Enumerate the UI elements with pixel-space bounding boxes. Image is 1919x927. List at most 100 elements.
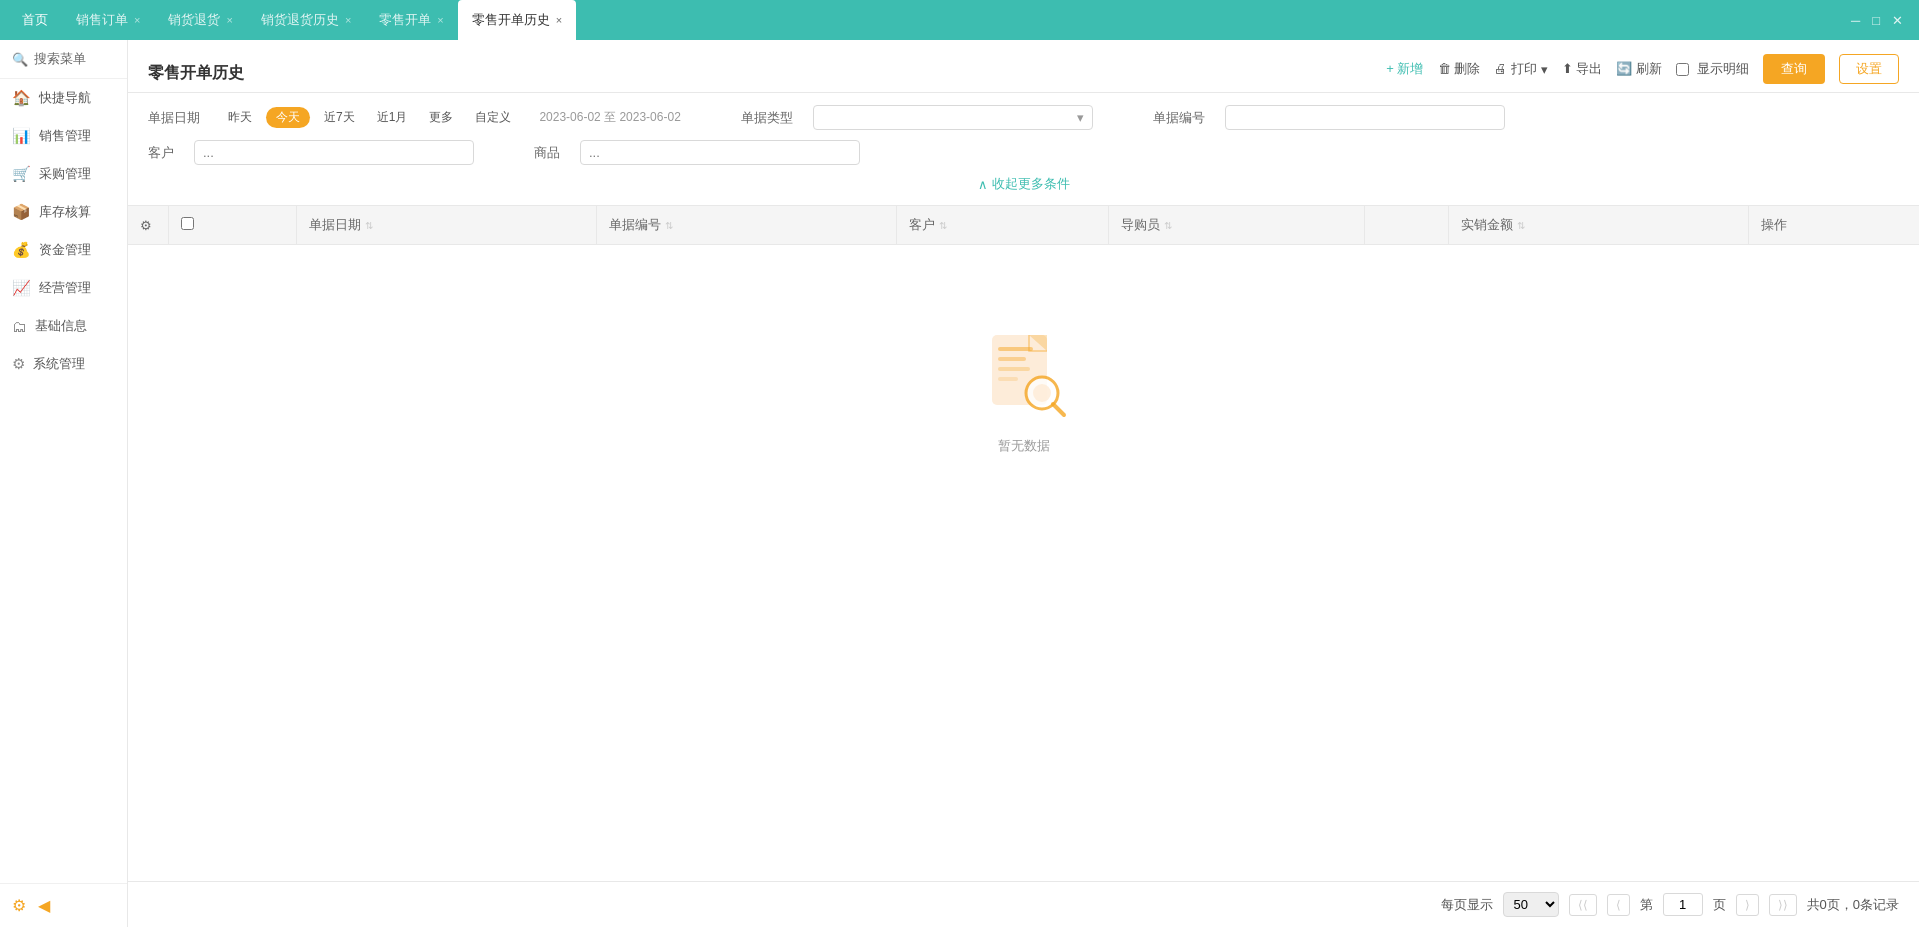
date-btn-7days[interactable]: 近7天 <box>316 107 363 128</box>
date-btn-yesterday[interactable]: 昨天 <box>220 107 260 128</box>
sidebar-item-basic-info[interactable]: 🗂 基础信息 <box>0 307 127 345</box>
prev-page-button[interactable]: ⟨ <box>1607 894 1630 916</box>
export-label: ⬆ 导出 <box>1562 60 1603 78</box>
doc-no-input[interactable] <box>1225 105 1505 130</box>
settings-button[interactable]: 设置 <box>1839 54 1899 84</box>
customer-field[interactable] <box>203 145 465 160</box>
sidebar-item-finance[interactable]: 💰 资金管理 <box>0 231 127 269</box>
doc-type-select[interactable]: ▾ <box>813 105 1093 130</box>
sidebar-footer: ⚙ ◀ <box>0 883 127 927</box>
tab-retail-open-history-close[interactable]: × <box>556 14 562 26</box>
display-detail-toggle[interactable]: 显示明细 <box>1676 60 1749 78</box>
sidebar-item-purchase-mgmt[interactable]: 🛒 采购管理 <box>0 155 127 193</box>
collapse-filter-btn[interactable]: ∧ 收起更多条件 <box>148 175 1899 193</box>
window-maximize[interactable]: □ <box>1872 13 1880 28</box>
table-body: 暂无数据 <box>128 245 1919 536</box>
th-salesperson[interactable]: 导购员 ⇅ <box>1108 206 1364 245</box>
tab-retail-open-close[interactable]: × <box>437 14 443 26</box>
tab-retail-open[interactable]: 零售开单 × <box>365 0 457 40</box>
tab-sales-return-history[interactable]: 销货退货历史 × <box>247 0 365 40</box>
th-settings[interactable]: ⚙ <box>128 206 168 245</box>
sidebar-item-quick-nav[interactable]: 🏠 快捷导航 <box>0 79 127 117</box>
print-label: 🖨 打印 <box>1494 60 1537 78</box>
refresh-button[interactable]: 🔄 刷新 <box>1616 60 1662 78</box>
doc-no-field[interactable] <box>1234 110 1496 125</box>
svg-rect-1 <box>998 347 1033 351</box>
window-close[interactable]: ✕ <box>1892 13 1903 28</box>
table-area: ⚙ 单据日期 ⇅ 单据编号 <box>128 206 1919 881</box>
pagination-bar: 每页显示 50 100 200 ⟨⟨ ⟨ 第 页 ⟩ ⟩⟩ 共0页，0条记录 <box>128 881 1919 927</box>
next-page-button[interactable]: ⟩ <box>1736 894 1759 916</box>
sidebar-item-system[interactable]: ⚙ 系统管理 <box>0 345 127 383</box>
sidebar-search[interactable]: 🔍 搜索菜单 <box>0 40 127 79</box>
display-detail-label: 显示明细 <box>1697 60 1749 78</box>
svg-rect-4 <box>998 377 1018 381</box>
date-btn-custom[interactable]: 自定义 <box>467 107 519 128</box>
th-doc-no[interactable]: 单据编号 ⇅ <box>596 206 896 245</box>
page-word: 第 <box>1640 896 1653 914</box>
tab-retail-open-history[interactable]: 零售开单历史 × <box>458 0 576 40</box>
add-button[interactable]: + 新增 <box>1386 60 1423 78</box>
window-minimize[interactable]: ─ <box>1851 13 1860 28</box>
sidebar-item-sales-mgmt-label: 销售管理 <box>39 127 91 145</box>
export-button[interactable]: ⬆ 导出 <box>1562 60 1603 78</box>
sidebar-item-operation[interactable]: 📈 经营管理 <box>0 269 127 307</box>
delete-label: 🗑 删除 <box>1438 60 1481 78</box>
box-icon: 📦 <box>12 203 31 221</box>
print-button[interactable]: 🖨 打印 ▾ <box>1494 60 1548 78</box>
refresh-label: 🔄 刷新 <box>1616 60 1662 78</box>
select-all-checkbox[interactable] <box>181 217 194 230</box>
last-page-button[interactable]: ⟩⟩ <box>1769 894 1797 916</box>
customer-input[interactable] <box>194 140 474 165</box>
th-doc-date-label: 单据日期 <box>309 216 361 234</box>
money-icon: 💰 <box>12 241 31 259</box>
sidebar: 🔍 搜索菜单 🏠 快捷导航 📊 销售管理 🛒 采购管理 📦 库存核算 💰 资金管… <box>0 40 128 927</box>
current-page-input[interactable] <box>1663 893 1703 916</box>
doc-no-sort-icon: ⇅ <box>665 220 673 231</box>
tab-bar-right: ─ □ ✕ <box>1851 13 1911 28</box>
tab-home-label: 首页 <box>22 11 48 29</box>
per-page-select[interactable]: 50 100 200 <box>1503 892 1559 917</box>
sidebar-item-inventory[interactable]: 📦 库存核算 <box>0 193 127 231</box>
th-customer[interactable]: 客户 ⇅ <box>896 206 1108 245</box>
page-header: 零售开单历史 + 新增 🗑 删除 🖨 打印 ▾ ⬆ 导出 🔄 刷新 <box>128 40 1919 93</box>
tab-sales-order[interactable]: 销售订单 × <box>62 0 154 40</box>
sidebar-item-inventory-label: 库存核算 <box>39 203 91 221</box>
date-btn-today[interactable]: 今天 <box>266 107 310 128</box>
filter-row-2: 客户 商品 <box>148 140 1899 165</box>
sidebar-item-basic-info-label: 基础信息 <box>35 317 87 335</box>
tab-sales-return-history-close[interactable]: × <box>345 14 351 26</box>
data-table: ⚙ 单据日期 ⇅ 单据编号 <box>128 206 1919 535</box>
print-dropdown-icon[interactable]: ▾ <box>1541 62 1548 77</box>
first-page-button[interactable]: ⟨⟨ <box>1569 894 1597 916</box>
sidebar-item-quick-nav-label: 快捷导航 <box>39 89 91 107</box>
table-settings-icon[interactable]: ⚙ <box>140 218 152 233</box>
th-amount[interactable]: 实销金额 ⇅ <box>1449 206 1749 245</box>
collapse-sidebar-icon[interactable]: ◀ <box>38 896 50 915</box>
query-button[interactable]: 查询 <box>1763 54 1825 84</box>
th-doc-date[interactable]: 单据日期 ⇅ <box>296 206 596 245</box>
display-detail-checkbox[interactable] <box>1676 63 1689 76</box>
sidebar-item-finance-label: 资金管理 <box>39 241 91 259</box>
tab-sales-order-label: 销售订单 <box>76 11 128 29</box>
customer-sort-icon: ⇅ <box>939 220 947 231</box>
cart-icon: 🛒 <box>12 165 31 183</box>
product-input[interactable] <box>580 140 860 165</box>
tab-sales-return-close[interactable]: × <box>226 14 232 26</box>
table-header: ⚙ 单据日期 ⇅ 单据编号 <box>128 206 1919 245</box>
delete-button[interactable]: 🗑 删除 <box>1438 60 1481 78</box>
tab-sales-return[interactable]: 销货退货 × <box>154 0 246 40</box>
th-action-label: 操作 <box>1761 217 1787 232</box>
date-btn-1month[interactable]: 近1月 <box>369 107 416 128</box>
empty-state: 暂无数据 <box>128 245 1919 535</box>
doc-no-label: 单据编号 <box>1153 109 1205 127</box>
sidebar-item-sales-mgmt[interactable]: 📊 销售管理 <box>0 117 127 155</box>
tab-sales-return-label: 销货退货 <box>168 11 220 29</box>
date-btn-more[interactable]: 更多 <box>421 107 461 128</box>
trending-icon: 📈 <box>12 279 31 297</box>
tab-sales-order-close[interactable]: × <box>134 14 140 26</box>
settings-icon[interactable]: ⚙ <box>12 896 26 915</box>
per-page-label: 每页显示 <box>1441 896 1493 914</box>
tab-home[interactable]: 首页 <box>8 0 62 40</box>
product-field[interactable] <box>589 145 851 160</box>
